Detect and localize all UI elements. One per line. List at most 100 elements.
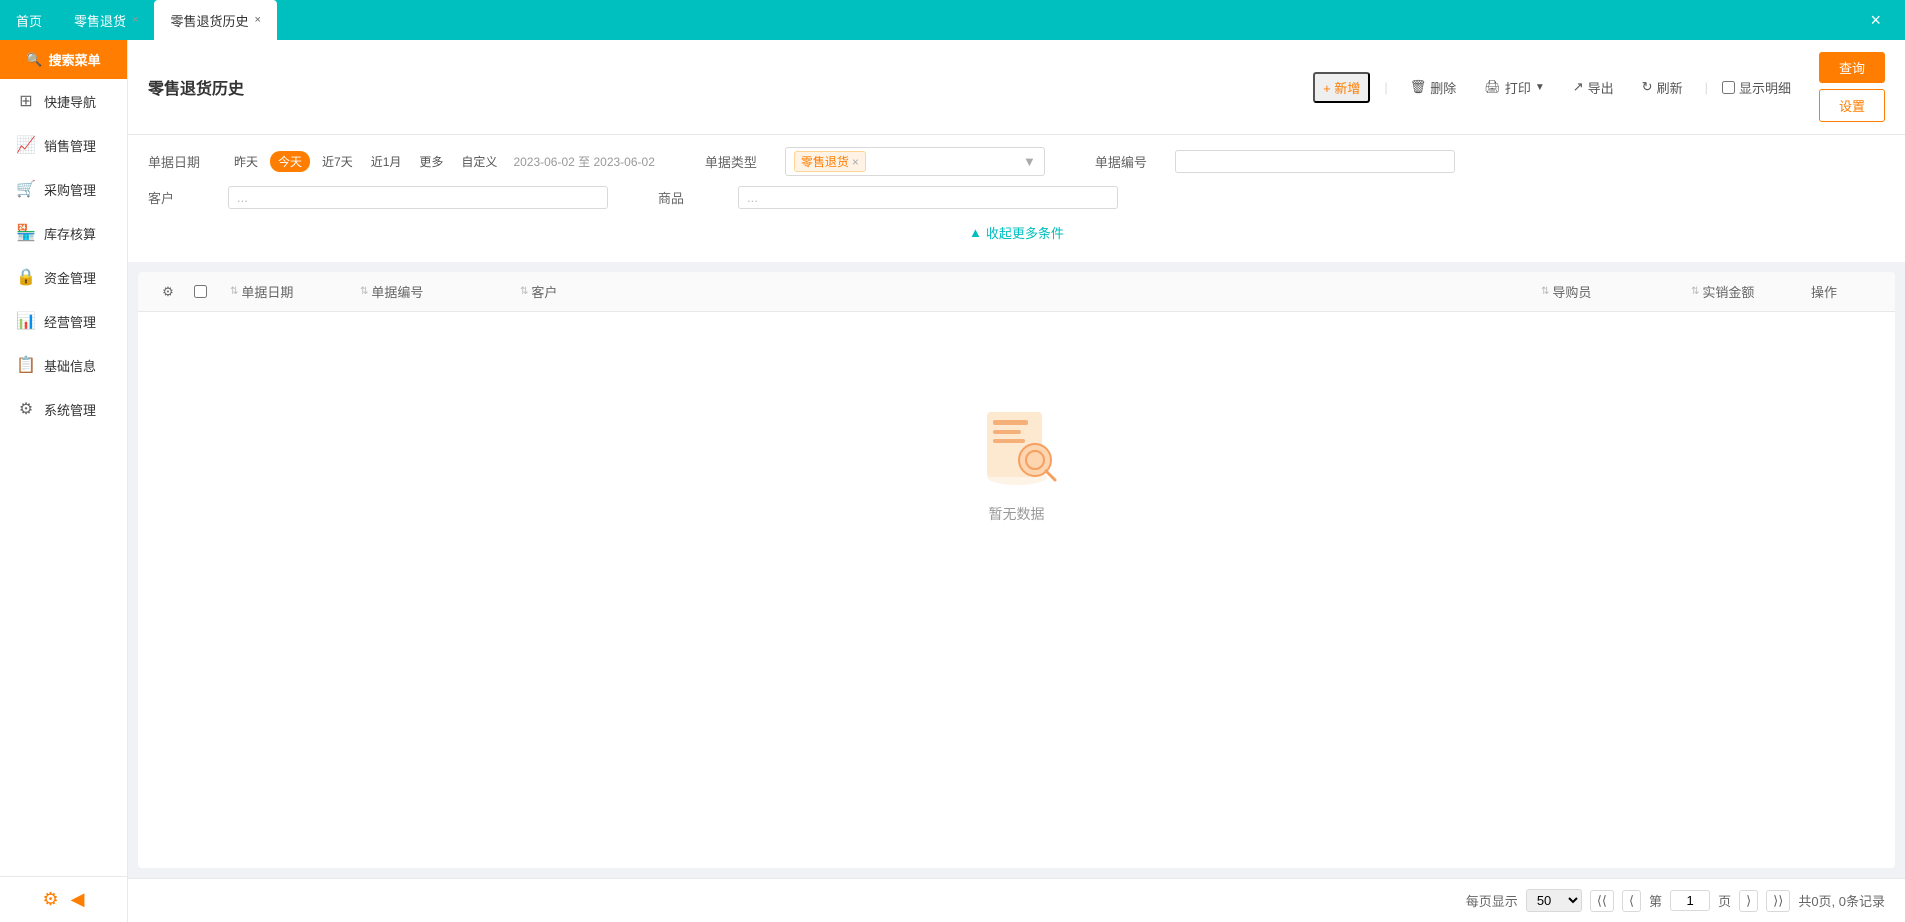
sidebar-item-quicknav-label: 快捷导航	[44, 92, 96, 111]
filter-settings-button[interactable]: 设置	[1819, 89, 1885, 122]
export-label: 导出	[1588, 78, 1614, 97]
settings-bottom-icon[interactable]: ⚙	[43, 889, 59, 910]
sidebar-item-system[interactable]: ⚙ 系统管理	[0, 387, 127, 431]
select-all-checkbox[interactable]	[194, 285, 207, 298]
query-button[interactable]: 查询	[1819, 52, 1885, 83]
print-button[interactable]: 🖨 打印 ▼	[1476, 74, 1552, 101]
page-next-button[interactable]: ⟩	[1739, 890, 1758, 912]
empty-icon	[967, 392, 1067, 492]
display-checkbox[interactable]	[1722, 81, 1735, 94]
date-btn-1month[interactable]: 近1月	[365, 151, 408, 172]
display-toggle[interactable]: 显示明细	[1722, 78, 1791, 97]
sidebar-item-biz-label: 经营管理	[44, 312, 96, 331]
main-layout: 🔍 搜索菜单 ⊞ 快捷导航 📈 销售管理 🛒 采购管理 🏪 库存核算 🔒 资金管…	[0, 40, 1905, 922]
th-guide-label: 导购员	[1552, 282, 1591, 301]
collapse-sidebar-icon[interactable]: ◀	[71, 889, 85, 910]
th-customer-label: 客户	[531, 282, 557, 301]
type-tag-remove[interactable]: ×	[852, 155, 859, 169]
sidebar-item-sales-label: 销售管理	[44, 136, 96, 155]
refresh-icon: ↻	[1642, 79, 1653, 95]
date-btn-7days[interactable]: 近7天	[316, 151, 359, 172]
tab-return-close[interactable]: ×	[132, 14, 138, 26]
per-page-label: 每页显示	[1466, 891, 1518, 910]
sidebar-item-quicknav[interactable]: ⊞ 快捷导航	[0, 79, 127, 123]
sort-guide-icon[interactable]: ⇅	[1541, 286, 1549, 297]
th-action-label: 操作	[1811, 282, 1837, 301]
sidebar-item-purchase[interactable]: 🛒 采购管理	[0, 167, 127, 211]
purchase-icon: 🛒	[16, 179, 36, 199]
delete-icon: 🗑	[1410, 79, 1427, 95]
page-label: 第	[1649, 891, 1662, 910]
collapse-icon: ▲	[969, 225, 982, 240]
sidebar-item-basic-label: 基础信息	[44, 356, 96, 375]
th-settings[interactable]: ⚙	[150, 276, 186, 308]
system-icon: ⚙	[16, 399, 36, 419]
customer-filter-label: 客户	[148, 188, 208, 207]
delete-button[interactable]: 🗑 删除	[1402, 74, 1465, 101]
th-checkbox[interactable]	[186, 277, 222, 306]
customer-filter-input[interactable]: ...	[228, 186, 608, 209]
pagination: 每页显示 50 10 20 100 ⟨⟨ ⟨ 第 页 ⟩ ⟩⟩ 共0页, 0条记…	[128, 878, 1905, 922]
num-filter-input[interactable]	[1175, 150, 1455, 173]
sort-num-icon[interactable]: ⇅	[360, 286, 368, 297]
biz-icon: 📊	[16, 311, 36, 331]
date-btn-custom[interactable]: 自定义	[455, 151, 503, 172]
th-guide: ⇅ 导购员	[1533, 274, 1683, 309]
page-prev-button[interactable]: ⟨	[1622, 890, 1641, 912]
sidebar-search-label: 搜索菜单	[49, 50, 101, 69]
top-bar: 首页 零售退货 × 零售退货历史 × ×	[0, 0, 1905, 40]
refresh-button[interactable]: ↻ 刷新	[1634, 74, 1691, 101]
page-last-button[interactable]: ⟩⟩	[1766, 890, 1790, 912]
print-dropdown-icon: ▼	[1535, 82, 1545, 93]
sales-icon: 📈	[16, 135, 36, 155]
date-filter-label: 单据日期	[148, 152, 208, 171]
page-title: 零售退货历史	[148, 75, 244, 111]
sidebar-item-basic[interactable]: 📋 基础信息	[0, 343, 127, 387]
th-num: ⇅ 单据编号	[352, 274, 512, 309]
collapse-button[interactable]: ▲ 收起更多条件	[148, 219, 1885, 246]
total-info: 共0页, 0条记录	[1798, 891, 1885, 910]
add-button[interactable]: + 新增	[1313, 72, 1370, 103]
sort-date-icon[interactable]: ⇅	[230, 286, 238, 297]
empty-state: 暂无数据	[138, 312, 1895, 604]
sidebar: 🔍 搜索菜单 ⊞ 快捷导航 📈 销售管理 🛒 采购管理 🏪 库存核算 🔒 资金管…	[0, 40, 128, 922]
type-filter-select[interactable]: 零售退货 × ▼	[785, 147, 1045, 176]
page-header: 零售退货历史 + 新增 | 🗑 删除 🖨 打印 ▼ ↗ 导出 ↻	[128, 40, 1905, 135]
tab-return[interactable]: 零售退货 ×	[58, 0, 154, 40]
date-btn-yesterday[interactable]: 昨天	[228, 151, 264, 172]
tab-returnHistory[interactable]: 零售退货历史 ×	[154, 0, 276, 40]
export-button[interactable]: ↗ 导出	[1565, 74, 1622, 101]
window-close-button[interactable]: ×	[1862, 10, 1889, 31]
tab-returnHistory-close[interactable]: ×	[254, 14, 260, 26]
sort-customer-icon[interactable]: ⇅	[520, 286, 528, 297]
date-btn-more[interactable]: 更多	[413, 151, 449, 172]
quicknav-icon: ⊞	[16, 91, 36, 111]
basic-icon: 📋	[16, 355, 36, 375]
sort-amount-icon[interactable]: ⇅	[1691, 286, 1699, 297]
goods-filter-input[interactable]: ...	[738, 186, 1118, 209]
th-num-label: 单据编号	[371, 282, 423, 301]
goods-filter-label: 商品	[658, 188, 718, 207]
sidebar-item-sales[interactable]: 📈 销售管理	[0, 123, 127, 167]
tab-home[interactable]: 首页	[0, 0, 58, 40]
filter-row-2: 客户 ... 商品 ...	[148, 186, 1885, 209]
sidebar-item-biz[interactable]: 📊 经营管理	[0, 299, 127, 343]
sidebar-item-inventory[interactable]: 🏪 库存核算	[0, 211, 127, 255]
page-first-button[interactable]: ⟨⟨	[1590, 890, 1614, 912]
th-amount-label: 实销金额	[1702, 282, 1754, 301]
content-area: 零售退货历史 + 新增 | 🗑 删除 🖨 打印 ▼ ↗ 导出 ↻	[128, 40, 1905, 922]
sidebar-search[interactable]: 🔍 搜索菜单	[0, 40, 127, 79]
table-settings-icon[interactable]: ⚙	[162, 284, 174, 300]
print-icon: 🖨	[1484, 79, 1501, 95]
collapse-label: 收起更多条件	[986, 223, 1064, 242]
page-input[interactable]	[1670, 890, 1710, 911]
sidebar-item-system-label: 系统管理	[44, 400, 96, 419]
date-filters: 昨天 今天 近7天 近1月 更多 自定义 2023-06-02 至 2023-0…	[228, 151, 655, 172]
date-btn-today[interactable]: 今天	[270, 151, 310, 172]
finance-icon: 🔒	[16, 267, 36, 287]
per-page-select[interactable]: 50 10 20 100	[1526, 889, 1582, 912]
display-label: 显示明细	[1739, 78, 1791, 97]
filter-section: 单据日期 昨天 今天 近7天 近1月 更多 自定义 2023-06-02 至 2…	[128, 135, 1905, 262]
type-filter-tag: 零售退货 ×	[794, 151, 866, 172]
sidebar-item-finance[interactable]: 🔒 资金管理	[0, 255, 127, 299]
